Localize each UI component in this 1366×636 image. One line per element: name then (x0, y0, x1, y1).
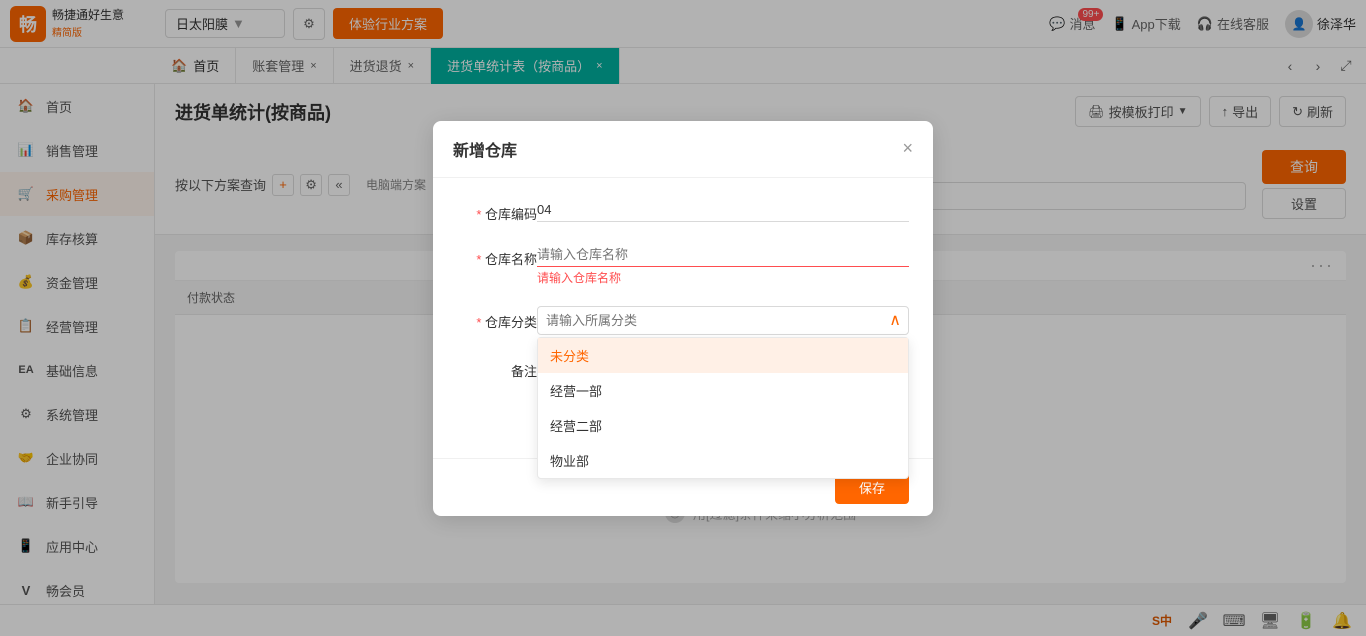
dropdown-item-dept1[interactable]: 经营一部 (538, 373, 908, 408)
modal-body: 仓库编码 仓库名称 请输入仓库名称 仓库分类 ∧ (433, 178, 933, 458)
warehouse-code-input[interactable] (537, 198, 909, 222)
dropdown-item-dept3[interactable]: 物业部 (538, 443, 908, 478)
code-label: 仓库编码 (457, 198, 537, 223)
name-error-msg: 请输入仓库名称 (537, 269, 909, 286)
modal-overlay: 新增仓库 × 仓库编码 仓库名称 请输入仓库名称 仓库分类 (0, 0, 1366, 636)
name-field-wrap: 请输入仓库名称 (537, 243, 909, 286)
code-field-wrap (537, 198, 909, 222)
dropdown-item-uncategorized[interactable]: 未分类 (538, 338, 908, 373)
add-warehouse-modal: 新增仓库 × 仓库编码 仓库名称 请输入仓库名称 仓库分类 (433, 121, 933, 516)
category-input[interactable] (537, 306, 909, 335)
category-label: 仓库分类 (457, 306, 537, 331)
form-row-code: 仓库编码 (457, 198, 909, 223)
form-row-category: 仓库分类 ∧ 未分类 经营一部 经营二部 物业部 (457, 306, 909, 335)
name-label: 仓库名称 (457, 243, 537, 268)
modal-header: 新增仓库 × (433, 121, 933, 178)
modal-title: 新增仓库 (453, 137, 517, 161)
category-field-wrap: ∧ 未分类 经营一部 经营二部 物业部 (537, 306, 909, 335)
dropdown-item-dept2[interactable]: 经营二部 (538, 408, 908, 443)
category-select[interactable]: ∧ (537, 306, 909, 335)
note-label: 备注 (457, 355, 537, 380)
warehouse-name-input[interactable] (537, 243, 909, 267)
form-row-name: 仓库名称 请输入仓库名称 (457, 243, 909, 286)
modal-close-button[interactable]: × (902, 138, 913, 159)
category-dropdown: 未分类 经营一部 经营二部 物业部 (537, 337, 909, 479)
